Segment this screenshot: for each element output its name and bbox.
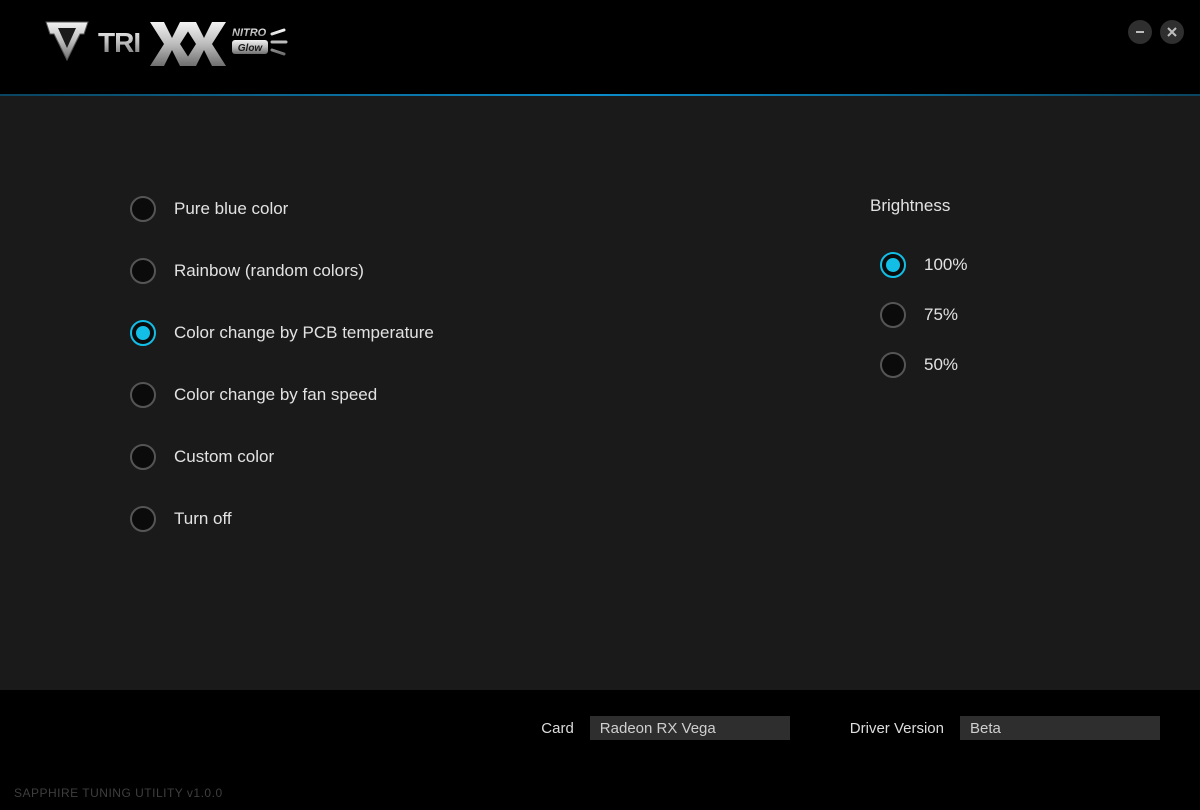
svg-text:NITRO: NITRO xyxy=(232,27,267,39)
status-fields: Card Radeon RX Vega Driver Version Beta xyxy=(0,690,1200,740)
card-field: Card Radeon RX Vega xyxy=(541,716,790,740)
brightness-option-50[interactable]: 50% xyxy=(880,352,1090,378)
close-button[interactable] xyxy=(1160,20,1184,44)
mode-label: Custom color xyxy=(174,447,274,467)
brand-logo: TRI NITRO Glow xyxy=(40,16,290,72)
mode-option-pcb-temp[interactable]: Color change by PCB temperature xyxy=(130,320,770,346)
mode-option-turn-off[interactable]: Turn off xyxy=(130,506,770,532)
brightness-option-100[interactable]: 100% xyxy=(880,252,1090,278)
svg-text:TRI: TRI xyxy=(98,27,140,58)
brightness-title: Brightness xyxy=(870,196,1090,216)
brightness-label: 100% xyxy=(924,255,967,275)
radio-icon xyxy=(130,382,156,408)
titlebar: TRI NITRO Glow xyxy=(0,0,1200,94)
close-icon xyxy=(1166,26,1178,38)
brightness-label: 50% xyxy=(924,355,958,375)
driver-label: Driver Version xyxy=(850,720,944,737)
mode-label: Turn off xyxy=(174,509,232,529)
radio-icon xyxy=(880,252,906,278)
minimize-icon xyxy=(1134,26,1146,38)
radio-icon xyxy=(880,302,906,328)
app-credit: SAPPHIRE TUNING UTILITY v1.0.0 xyxy=(0,786,1200,810)
mode-option-custom[interactable]: Custom color xyxy=(130,444,770,470)
mode-label: Rainbow (random colors) xyxy=(174,261,364,281)
radio-icon xyxy=(130,320,156,346)
mode-option-pure-blue[interactable]: Pure blue color xyxy=(130,196,770,222)
radio-icon xyxy=(130,258,156,284)
radio-icon xyxy=(130,196,156,222)
driver-value[interactable]: Beta xyxy=(960,716,1160,740)
svg-text:Glow: Glow xyxy=(238,43,264,54)
brightness-option-75[interactable]: 75% xyxy=(880,302,1090,328)
card-value[interactable]: Radeon RX Vega xyxy=(590,716,790,740)
card-label: Card xyxy=(541,720,574,737)
mode-option-rainbow[interactable]: Rainbow (random colors) xyxy=(130,258,770,284)
statusbar: Card Radeon RX Vega Driver Version Beta … xyxy=(0,690,1200,810)
radio-icon xyxy=(130,444,156,470)
mode-label: Pure blue color xyxy=(174,199,288,219)
color-mode-group: Pure blue color Rainbow (random colors) … xyxy=(130,196,770,690)
mode-label: Color change by fan speed xyxy=(174,385,377,405)
trixx-logo-icon: TRI NITRO Glow xyxy=(40,16,290,72)
driver-field: Driver Version Beta xyxy=(850,716,1160,740)
mode-option-fan-speed[interactable]: Color change by fan speed xyxy=(130,382,770,408)
brightness-group: Brightness 100% 75% 50% xyxy=(770,196,1090,690)
radio-icon xyxy=(880,352,906,378)
mode-label: Color change by PCB temperature xyxy=(174,323,434,343)
radio-icon xyxy=(130,506,156,532)
window-controls xyxy=(1128,20,1184,44)
minimize-button[interactable] xyxy=(1128,20,1152,44)
brightness-label: 75% xyxy=(924,305,958,325)
app-window: TRI NITRO Glow xyxy=(0,0,1200,810)
content-area: Pure blue color Rainbow (random colors) … xyxy=(0,96,1200,690)
